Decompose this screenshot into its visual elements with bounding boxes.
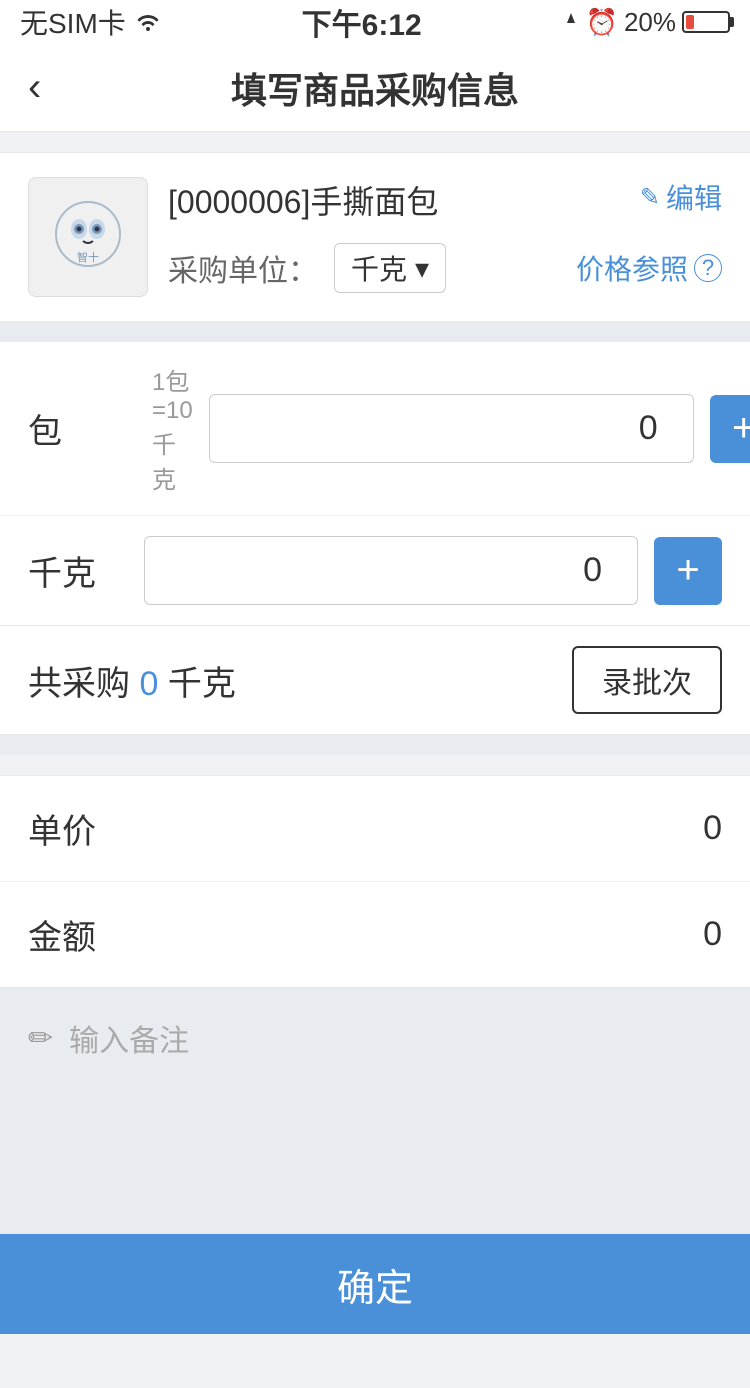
kg-label: 千克 xyxy=(28,546,128,595)
chevron-down-icon: ▾ xyxy=(415,252,429,285)
amount-row: 金额 0 xyxy=(0,882,750,987)
confirm-button[interactable]: 确定 xyxy=(0,1234,750,1334)
help-icon: ? xyxy=(694,254,722,282)
status-bar: 无SIM卡 下午6:12 ⏰ 20% xyxy=(0,0,750,44)
summary-section: 共采购 0 千克 录批次 xyxy=(0,626,750,735)
battery-icon xyxy=(682,11,730,33)
carrier-text: 无SIM卡 xyxy=(20,2,126,42)
nav-bar: ‹ 填写商品采购信息 xyxy=(0,44,750,132)
page-title: 填写商品采购信息 xyxy=(231,62,519,114)
unit-price-value: 0 xyxy=(703,809,722,848)
summary-amount: 0 xyxy=(139,665,158,703)
product-logo: 智十 xyxy=(53,199,123,275)
bag-sublabel: 1包=10千克 xyxy=(152,362,193,495)
note-placeholder: 输入备注 xyxy=(69,1016,189,1060)
batch-button[interactable]: 录批次 xyxy=(572,646,722,714)
summary-text: 共采购 0 千克 xyxy=(28,656,236,705)
product-name: [0000006]手撕面包 xyxy=(168,177,438,223)
bag-input-row: 包 1包=10千克 + xyxy=(0,342,750,516)
unit-label: 采购单位： xyxy=(168,246,318,290)
unit-row: 采购单位： 千克 ▾ 价格参照 ? xyxy=(168,243,722,293)
edit-icon: ✎ xyxy=(640,183,660,212)
amount-value: 0 xyxy=(703,915,722,954)
product-name-row: [0000006]手撕面包 ✎ 编辑 xyxy=(168,177,722,223)
price-section: 单价 0 金额 0 xyxy=(0,775,750,988)
back-button[interactable]: ‹ xyxy=(28,65,41,110)
unit-price-row: 单价 0 xyxy=(0,776,750,882)
status-time: 下午6:12 xyxy=(302,0,422,44)
bag-plus-button[interactable]: + xyxy=(710,395,750,463)
kg-input-row: 千克 + xyxy=(0,516,750,625)
pencil-icon: ✏ xyxy=(28,1021,53,1056)
product-info: [0000006]手撕面包 ✎ 编辑 采购单位： 千克 ▾ 价格参照 ? xyxy=(168,177,722,293)
kg-input[interactable] xyxy=(144,536,638,605)
input-section: 包 1包=10千克 + 千克 + xyxy=(0,342,750,626)
battery-percent: 20% xyxy=(624,7,676,38)
product-card: 智十 [0000006]手撕面包 ✎ 编辑 采购单位： 千克 ▾ 价格参照 xyxy=(0,152,750,322)
separator-2 xyxy=(0,735,750,755)
edit-button[interactable]: ✎ 编辑 xyxy=(640,177,722,217)
bag-label: 包 xyxy=(28,404,128,453)
wifi-icon xyxy=(134,6,162,38)
bag-input[interactable] xyxy=(209,394,694,463)
alarm-icon: ⏰ xyxy=(586,7,618,38)
summary-row: 共采购 0 千克 录批次 xyxy=(0,626,750,734)
product-thumbnail: 智十 xyxy=(28,177,148,297)
amount-label: 金额 xyxy=(28,910,96,959)
price-ref-button[interactable]: 价格参照 ? xyxy=(576,248,722,288)
separator-1 xyxy=(0,322,750,342)
status-left: 无SIM卡 xyxy=(20,2,162,42)
svg-text:智十: 智十 xyxy=(77,250,99,264)
location-icon xyxy=(562,7,580,38)
unit-price-label: 单价 xyxy=(28,804,96,853)
note-section[interactable]: ✏ 输入备注 xyxy=(0,988,750,1088)
unit-select[interactable]: 千克 ▾ xyxy=(334,243,446,293)
status-right: ⏰ 20% xyxy=(562,7,730,38)
kg-plus-button[interactable]: + xyxy=(654,537,722,605)
